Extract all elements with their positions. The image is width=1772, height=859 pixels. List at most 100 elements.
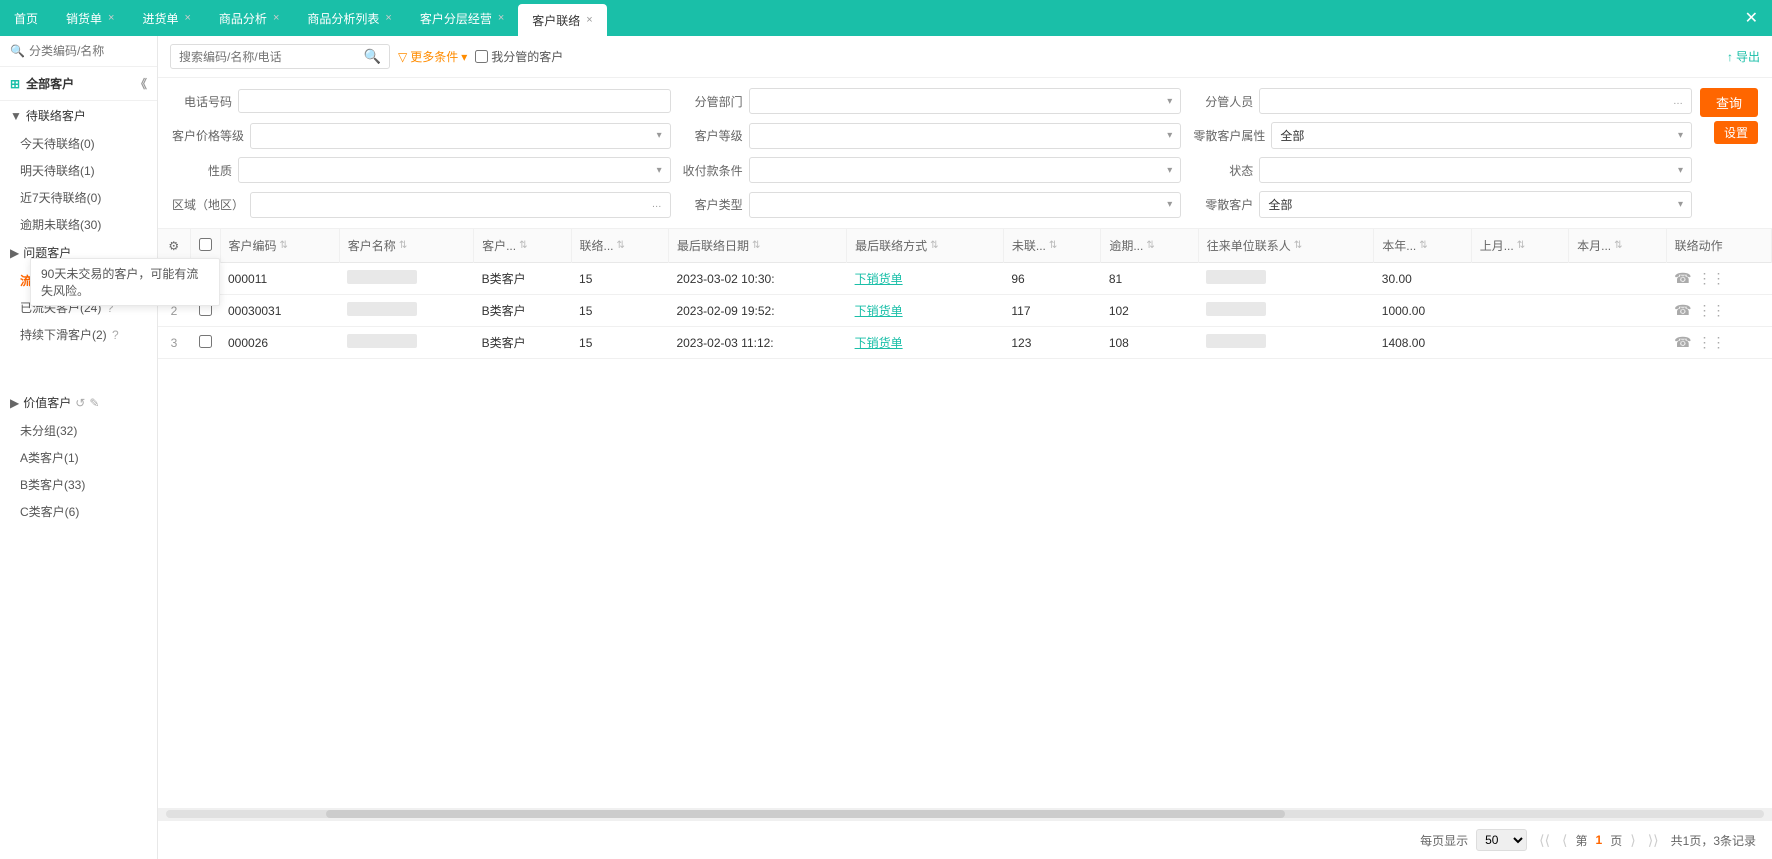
th-overdue[interactable]: 逾期...⇅	[1101, 229, 1198, 263]
contact-icon-3[interactable]: ☎	[1674, 334, 1691, 351]
row-this-month-2	[1569, 295, 1666, 327]
my-customers-checkbox[interactable]: 我分管的客户	[475, 48, 563, 65]
tab-customer-tier[interactable]: 客户分层经营 ×	[406, 0, 518, 36]
select-all-checkbox[interactable]	[199, 238, 212, 251]
payment-select[interactable]: ▾	[749, 157, 1182, 183]
last-page-btn[interactable]: ⟩⟩	[1644, 830, 1663, 851]
th-code[interactable]: 客户编码⇅	[220, 229, 339, 263]
th-name[interactable]: 客户名称⇅	[339, 229, 473, 263]
first-page-btn[interactable]: ⟨⟨	[1535, 830, 1554, 851]
sidebar-item-tomorrow[interactable]: 明天待联络(1)	[0, 157, 157, 184]
th-this-year[interactable]: 本年...⇅	[1374, 229, 1471, 263]
tab-close-purchase[interactable]: ×	[184, 12, 190, 24]
scrollbar-track[interactable]	[166, 810, 1764, 818]
tab-close-contact[interactable]: ×	[586, 14, 592, 26]
price-grade-select[interactable]: ▾	[250, 123, 671, 149]
customer-type-select[interactable]: ▾	[749, 192, 1182, 218]
more-action-icon-1[interactable]: ⋮⋮	[1698, 270, 1726, 287]
sidebar-all-customers[interactable]: ⊞ 全部客户 《	[0, 67, 157, 101]
row-date-3: 2023-02-03 11:12:	[668, 327, 846, 359]
filter-person: 分管人员 …	[1193, 88, 1692, 114]
tab-product-analysis[interactable]: 商品分析 ×	[205, 0, 293, 36]
window-close-btn[interactable]: ✕	[1731, 8, 1772, 28]
filter-row-1: 电话号码 分管部门 ▾ 分管人员	[172, 88, 1692, 114]
settings-button[interactable]: 设置	[1714, 121, 1758, 144]
th-last-contact-date[interactable]: 最后联络日期⇅	[668, 229, 846, 263]
region-select[interactable]: …	[250, 192, 671, 218]
tab-purchase-order[interactable]: 进货单 ×	[128, 0, 204, 36]
zero-customer-select[interactable]: 全部 ▾	[1259, 191, 1692, 218]
zero-attr-select[interactable]: 全部 ▾	[1271, 122, 1692, 149]
person-select[interactable]: …	[1259, 88, 1692, 114]
more-action-icon-2[interactable]: ⋮⋮	[1698, 302, 1726, 319]
more-conditions-btn[interactable]: ▽ 更多条件 ▾	[398, 48, 467, 65]
sidebar-group-value[interactable]: ▶ 价值客户 ↺ ✎	[0, 388, 157, 417]
sidebar-item-today[interactable]: 今天待联络(0)	[0, 130, 157, 157]
tab-close-tier[interactable]: ×	[498, 12, 504, 24]
prev-page-btn[interactable]: ⟨	[1558, 830, 1571, 851]
sidebar-item-declining[interactable]: 持续下滑客户(2) ?	[0, 321, 157, 348]
row-way-2[interactable]: 下销货单	[847, 295, 1004, 327]
sort-liaison-icon: ⇅	[1294, 240, 1302, 251]
price-grade-label: 客户价格等级	[172, 127, 244, 144]
th-contact[interactable]: 联络...⇅	[571, 229, 668, 263]
phone-input[interactable]	[238, 89, 671, 113]
tab-sales-order[interactable]: 销货单 ×	[52, 0, 128, 36]
search-submit-icon[interactable]: 🔍	[364, 48, 381, 65]
th-liaison[interactable]: 往来单位联系人⇅	[1198, 229, 1374, 263]
tab-close-sales[interactable]: ×	[108, 12, 114, 24]
row-name-3	[339, 327, 473, 359]
th-last-month[interactable]: 上月...⇅	[1471, 229, 1568, 263]
th-last-contact-way[interactable]: 最后联络方式⇅	[847, 229, 1004, 263]
sort-overdue-icon: ⇅	[1146, 240, 1154, 251]
tab-close-analysis[interactable]: ×	[273, 12, 279, 24]
contact-icon-1[interactable]: ☎	[1674, 270, 1691, 287]
sidebar-item-overdue[interactable]: 逾期未联络(30)	[0, 211, 157, 238]
export-btn[interactable]: ↑ 导出	[1727, 48, 1760, 65]
refresh-icon[interactable]: ↺	[75, 396, 85, 410]
th-customer-type[interactable]: 客户...⇅	[474, 229, 571, 263]
sidebar-item-7days[interactable]: 近7天待联络(0)	[0, 184, 157, 211]
scrollbar-thumb[interactable]	[326, 810, 1285, 818]
row-type-1: B类客户	[474, 263, 571, 295]
tab-product-analysis-list[interactable]: 商品分析列表 ×	[293, 0, 405, 36]
filter-row-4: 区域（地区） … 客户类型 ▾	[172, 191, 1692, 218]
tab-home[interactable]: 首页	[0, 0, 52, 36]
row-way-1[interactable]: 下销货单	[847, 263, 1004, 295]
row-way-3[interactable]: 下销货单	[847, 327, 1004, 359]
th-this-month[interactable]: 本月...⇅	[1569, 229, 1666, 263]
per-page-label: 每页显示	[1420, 832, 1468, 849]
query-button[interactable]: 查询	[1700, 88, 1758, 117]
row-actions-3: ☎ ⋮⋮	[1666, 327, 1771, 359]
sidebar-item-class-c[interactable]: C类客户(6)	[0, 498, 157, 525]
row-check-3[interactable]	[190, 327, 220, 359]
data-table: ⚙ 客户编码⇅ 客户名称⇅ 客户...⇅ 联络...⇅	[158, 229, 1772, 359]
contact-icon-2[interactable]: ☎	[1674, 302, 1691, 319]
th-unlisted[interactable]: 未联...⇅	[1003, 229, 1100, 263]
row-unlisted-3: 123	[1003, 327, 1100, 359]
sidebar-search-input[interactable]	[29, 44, 147, 58]
row-unlisted-2: 117	[1003, 295, 1100, 327]
next-page-btn[interactable]: ⟩	[1626, 830, 1639, 851]
sidebar-group-pending[interactable]: ▼ 待联络客户	[0, 101, 157, 130]
row-date-2: 2023-02-09 19:52:	[668, 295, 846, 327]
status-label: 状态	[1193, 162, 1253, 179]
tab-close-analysis-list[interactable]: ×	[385, 12, 391, 24]
status-select[interactable]: ▾	[1259, 157, 1692, 183]
sidebar-item-class-b[interactable]: B类客户(33)	[0, 471, 157, 498]
more-action-icon-3[interactable]: ⋮⋮	[1698, 334, 1726, 351]
edit-icon[interactable]: ✎	[89, 396, 99, 410]
my-customers-check[interactable]	[475, 50, 488, 63]
nature-select[interactable]: ▾	[238, 157, 671, 183]
level-select[interactable]: ▾	[749, 123, 1182, 149]
toolbar: 🔍 ▽ 更多条件 ▾ 我分管的客户 ↑ 导出	[158, 36, 1772, 78]
row-last-month-1	[1471, 263, 1568, 295]
per-page-select[interactable]: 50 20 100	[1476, 829, 1527, 851]
sidebar-item-class-a[interactable]: A类客户(1)	[0, 444, 157, 471]
dept-select[interactable]: ▾	[749, 88, 1182, 114]
horizontal-scrollbar[interactable]	[158, 808, 1772, 820]
sidebar-item-ungroup[interactable]: 未分组(32)	[0, 417, 157, 444]
sort-unlisted-icon: ⇅	[1049, 240, 1057, 251]
search-input[interactable]	[179, 50, 364, 64]
tab-customer-contact[interactable]: 客户联络 ×	[518, 4, 606, 36]
